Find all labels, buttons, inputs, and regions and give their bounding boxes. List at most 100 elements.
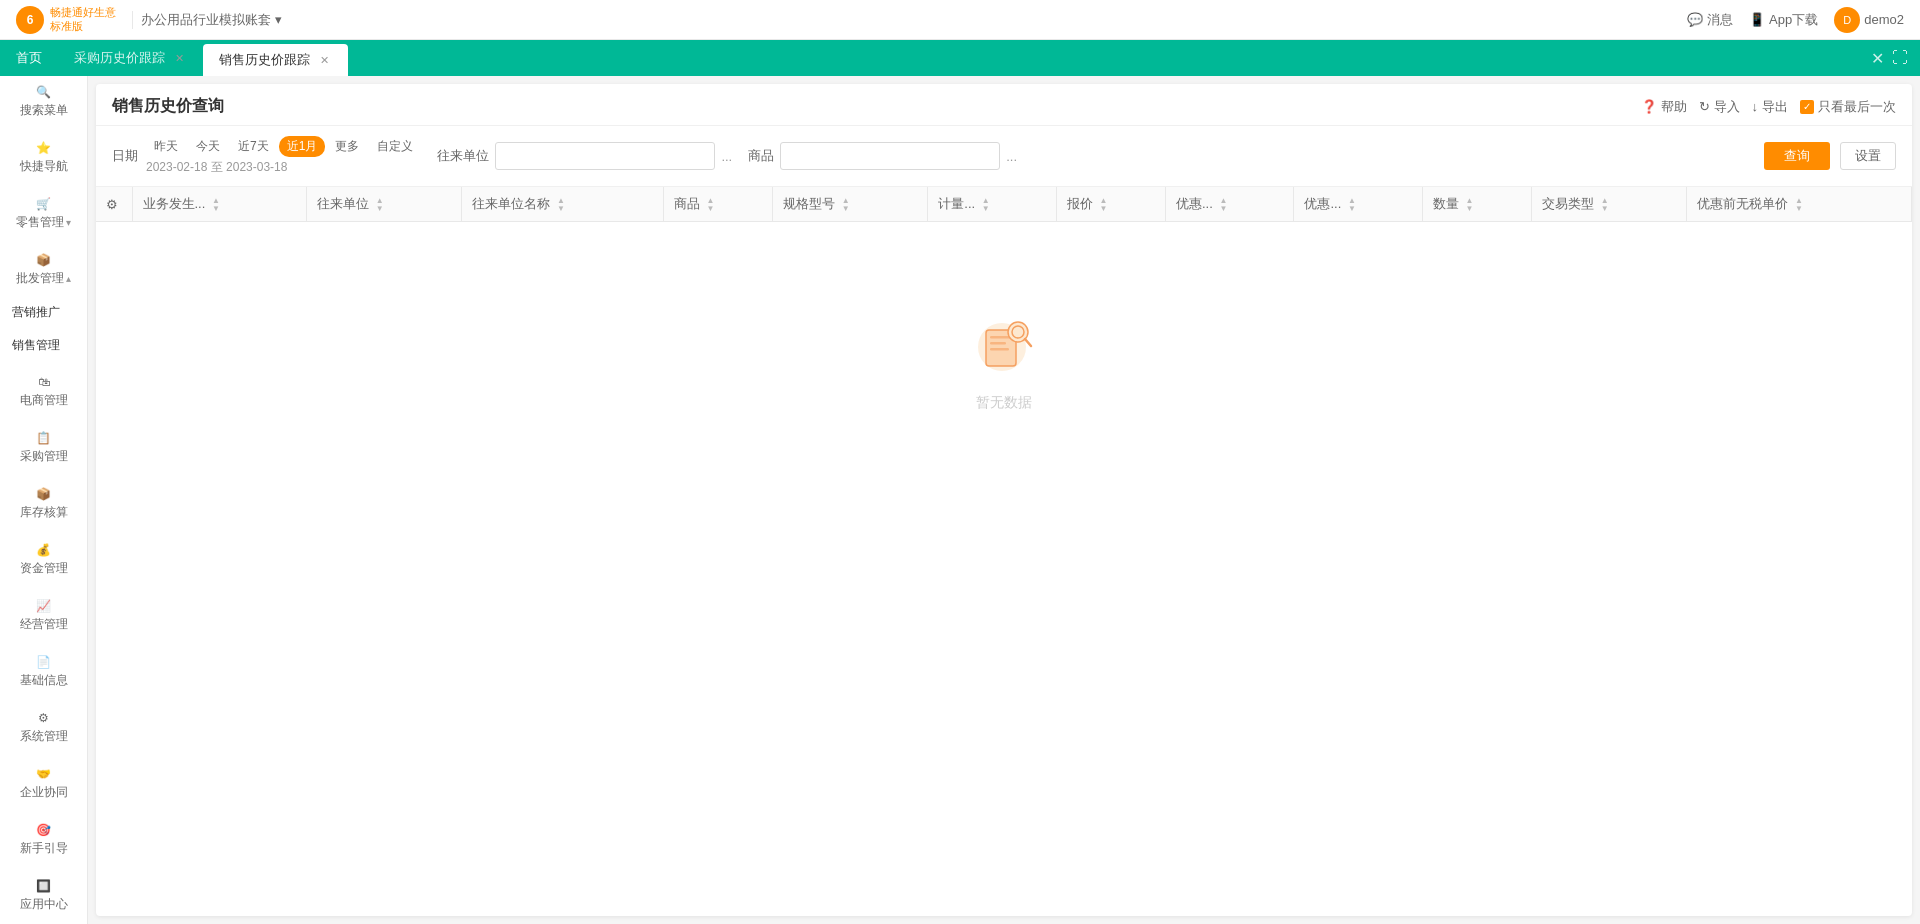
maximize-icon[interactable]: ⛶ <box>1892 49 1908 67</box>
table-header-pretax-price[interactable]: 优惠前无税单价 ▲▼ <box>1687 187 1912 222</box>
table-header-biz-date[interactable]: 业务发生... ▲▼ <box>132 187 307 222</box>
date-btn-custom[interactable]: 自定义 <box>369 136 421 157</box>
table-header-settings[interactable]: ⚙ <box>96 187 132 222</box>
top-bar-right: 💬 消息 📱 App下载 D demo2 <box>1687 7 1904 33</box>
sidebar-item-search[interactable]: 🔍 搜索菜单 <box>0 76 87 128</box>
page-header-actions: ❓ 帮助 ↻ 导入 ↓ 导出 ✓ 只看最后一次 <box>1641 98 1897 116</box>
settings-button[interactable]: 设置 <box>1840 142 1896 170</box>
sort-arrows-partner-name: ▲▼ <box>557 197 565 213</box>
tab-bar: 首页 采购历史价跟踪 ✕ 销售历史价跟踪 ✕ ✕ ⛶ <box>0 40 1920 76</box>
sidebar-item-marketing[interactable]: 营销推广 <box>0 296 87 329</box>
product-dots-button[interactable]: ... <box>1006 149 1017 164</box>
empty-state: 暂无数据 <box>96 222 1912 492</box>
sort-arrows-discount2: ▲▼ <box>1348 197 1356 213</box>
product-input[interactable] <box>780 142 1000 170</box>
table-header-spec[interactable]: 规格型号 ▲▼ <box>773 187 928 222</box>
finance-icon: 💰 <box>36 543 51 557</box>
tab-purchase-history[interactable]: 采购历史价跟踪 ✕ <box>58 40 203 76</box>
ecommerce-icon: 🛍 <box>38 375 50 389</box>
top-bar: 6 畅捷通好生意 标准版 办公用品行业模拟账套 ▾ 💬 消息 📱 App下载 D… <box>0 0 1920 40</box>
date-btn-more[interactable]: 更多 <box>327 136 367 157</box>
date-btn-today[interactable]: 今天 <box>188 136 228 157</box>
sidebar-item-purchase[interactable]: 📋 采购管理 <box>0 422 87 474</box>
svg-rect-3 <box>990 342 1006 345</box>
query-button[interactable]: 查询 <box>1764 142 1830 170</box>
basic-info-icon: 📄 <box>36 655 51 669</box>
partner-input[interactable] <box>495 142 715 170</box>
table-header-price[interactable]: 报价 ▲▼ <box>1056 187 1165 222</box>
only-last-checkbox[interactable]: ✓ <box>1800 100 1814 114</box>
export-button[interactable]: ↓ 导出 <box>1752 98 1789 116</box>
sort-arrows-quantity: ▲▼ <box>1465 197 1473 213</box>
data-table: ⚙ 业务发生... ▲▼ 往来单位 ▲▼ 往来单位名称 <box>96 187 1912 222</box>
sidebar-item-inventory[interactable]: 📦 库存核算 <box>0 478 87 530</box>
sort-arrows-biz-date: ▲▼ <box>212 197 220 213</box>
table-header-trade-type[interactable]: 交易类型 ▲▼ <box>1532 187 1687 222</box>
app-download-button[interactable]: 📱 App下载 <box>1749 11 1818 29</box>
message-icon: 💬 <box>1687 12 1703 27</box>
sidebar-item-cooperation[interactable]: 🤝 企业协同 <box>0 758 87 810</box>
date-btn-7days[interactable]: 近7天 <box>230 136 277 157</box>
table-header-quantity[interactable]: 数量 ▲▼ <box>1422 187 1531 222</box>
chevron-down-icon: ▾ <box>66 217 71 228</box>
sidebar: 🔍 搜索菜单 ⭐ 快捷导航 🛒 零售管理 ▾ 📦 批发管理 ▴ 营销推广 销售管… <box>0 76 88 924</box>
close-purchase-tab-icon[interactable]: ✕ <box>171 50 187 66</box>
close-window-icon[interactable]: ✕ <box>1871 49 1884 68</box>
page-title: 销售历史价查询 <box>112 96 224 117</box>
sort-arrows-trade-type: ▲▼ <box>1601 197 1609 213</box>
message-button[interactable]: 💬 消息 <box>1687 11 1733 29</box>
import-icon: ↻ <box>1699 99 1710 114</box>
date-filter-group: 日期 昨天 今天 近7天 近1月 更多 自定义 2023-02-18 至 202… <box>112 136 421 176</box>
sidebar-item-operations[interactable]: 📈 经营管理 <box>0 590 87 642</box>
sidebar-item-sales-mgmt[interactable]: 销售管理 <box>0 329 87 362</box>
tab-sales-history[interactable]: 销售历史价跟踪 ✕ <box>203 44 348 76</box>
sidebar-item-retail[interactable]: 🛒 零售管理 ▾ <box>0 188 87 240</box>
help-button[interactable]: ❓ 帮助 <box>1641 98 1687 116</box>
table-header-partner-code[interactable]: 往来单位 ▲▼ <box>307 187 462 222</box>
table-header-unit[interactable]: 计量... ▲▼ <box>928 187 1056 222</box>
sidebar-item-ecommerce[interactable]: 🛍 电商管理 <box>0 366 87 418</box>
star-icon: ⭐ <box>36 141 51 155</box>
partner-filter-group: 往来单位 ... <box>437 142 732 170</box>
close-sales-tab-icon[interactable]: ✕ <box>316 52 332 68</box>
retail-icon: 🛒 <box>36 197 51 211</box>
table-header-partner-name[interactable]: 往来单位名称 ▲▼ <box>462 187 663 222</box>
empty-text: 暂无数据 <box>976 394 1032 412</box>
logo-area: 6 畅捷通好生意 标准版 <box>16 6 116 34</box>
partner-dots-button[interactable]: ... <box>721 149 732 164</box>
main-layout: 🔍 搜索菜单 ⭐ 快捷导航 🛒 零售管理 ▾ 📦 批发管理 ▴ 营销推广 销售管… <box>0 76 1920 924</box>
sort-arrows-pretax-price: ▲▼ <box>1795 197 1803 213</box>
sort-arrows-product: ▲▼ <box>706 197 714 213</box>
operations-icon: 📈 <box>36 599 51 613</box>
phone-icon: 📱 <box>1749 12 1765 27</box>
logo-icon: 6 <box>16 6 44 34</box>
empty-illustration <box>964 302 1044 382</box>
export-icon: ↓ <box>1752 99 1759 114</box>
sidebar-item-guide[interactable]: 🎯 新手引导 <box>0 814 87 866</box>
only-last-checkbox-group: ✓ 只看最后一次 <box>1800 98 1896 116</box>
date-buttons-row: 昨天 今天 近7天 近1月 更多 自定义 <box>146 136 421 157</box>
sidebar-item-app-center[interactable]: 🔲 应用中心 <box>0 870 87 922</box>
app-selector[interactable]: 办公用品行业模拟账套 ▾ <box>132 11 290 29</box>
gear-icon: ⚙ <box>106 197 118 212</box>
table-container: ⚙ 业务发生... ▲▼ 往来单位 ▲▼ 往来单位名称 <box>96 187 1912 916</box>
date-btn-yesterday[interactable]: 昨天 <box>146 136 186 157</box>
partner-label: 往来单位 <box>437 147 489 165</box>
tab-bar-actions: ✕ ⛶ <box>1871 49 1920 68</box>
sidebar-item-system[interactable]: ⚙ 系统管理 <box>0 702 87 754</box>
sidebar-item-shortcut[interactable]: ⭐ 快捷导航 <box>0 132 87 184</box>
table-header-discount1[interactable]: 优惠... ▲▼ <box>1165 187 1293 222</box>
sort-arrows-partner-code: ▲▼ <box>376 197 384 213</box>
sidebar-item-finance[interactable]: 💰 资金管理 <box>0 534 87 586</box>
date-range-text: 2023-02-18 至 2023-03-18 <box>146 159 421 176</box>
app-center-icon: 🔲 <box>36 879 51 893</box>
table-header-discount2[interactable]: 优惠... ▲▼ <box>1294 187 1422 222</box>
import-button[interactable]: ↻ 导入 <box>1699 98 1740 116</box>
user-menu[interactable]: D demo2 <box>1834 7 1904 33</box>
table-header-product[interactable]: 商品 ▲▼ <box>663 187 772 222</box>
sidebar-item-basic-info[interactable]: 📄 基础信息 <box>0 646 87 698</box>
date-btn-1month[interactable]: 近1月 <box>279 136 326 157</box>
tab-home[interactable]: 首页 <box>0 40 58 76</box>
sidebar-item-wholesale[interactable]: 📦 批发管理 ▴ <box>0 244 87 296</box>
date-label: 日期 <box>112 147 138 165</box>
